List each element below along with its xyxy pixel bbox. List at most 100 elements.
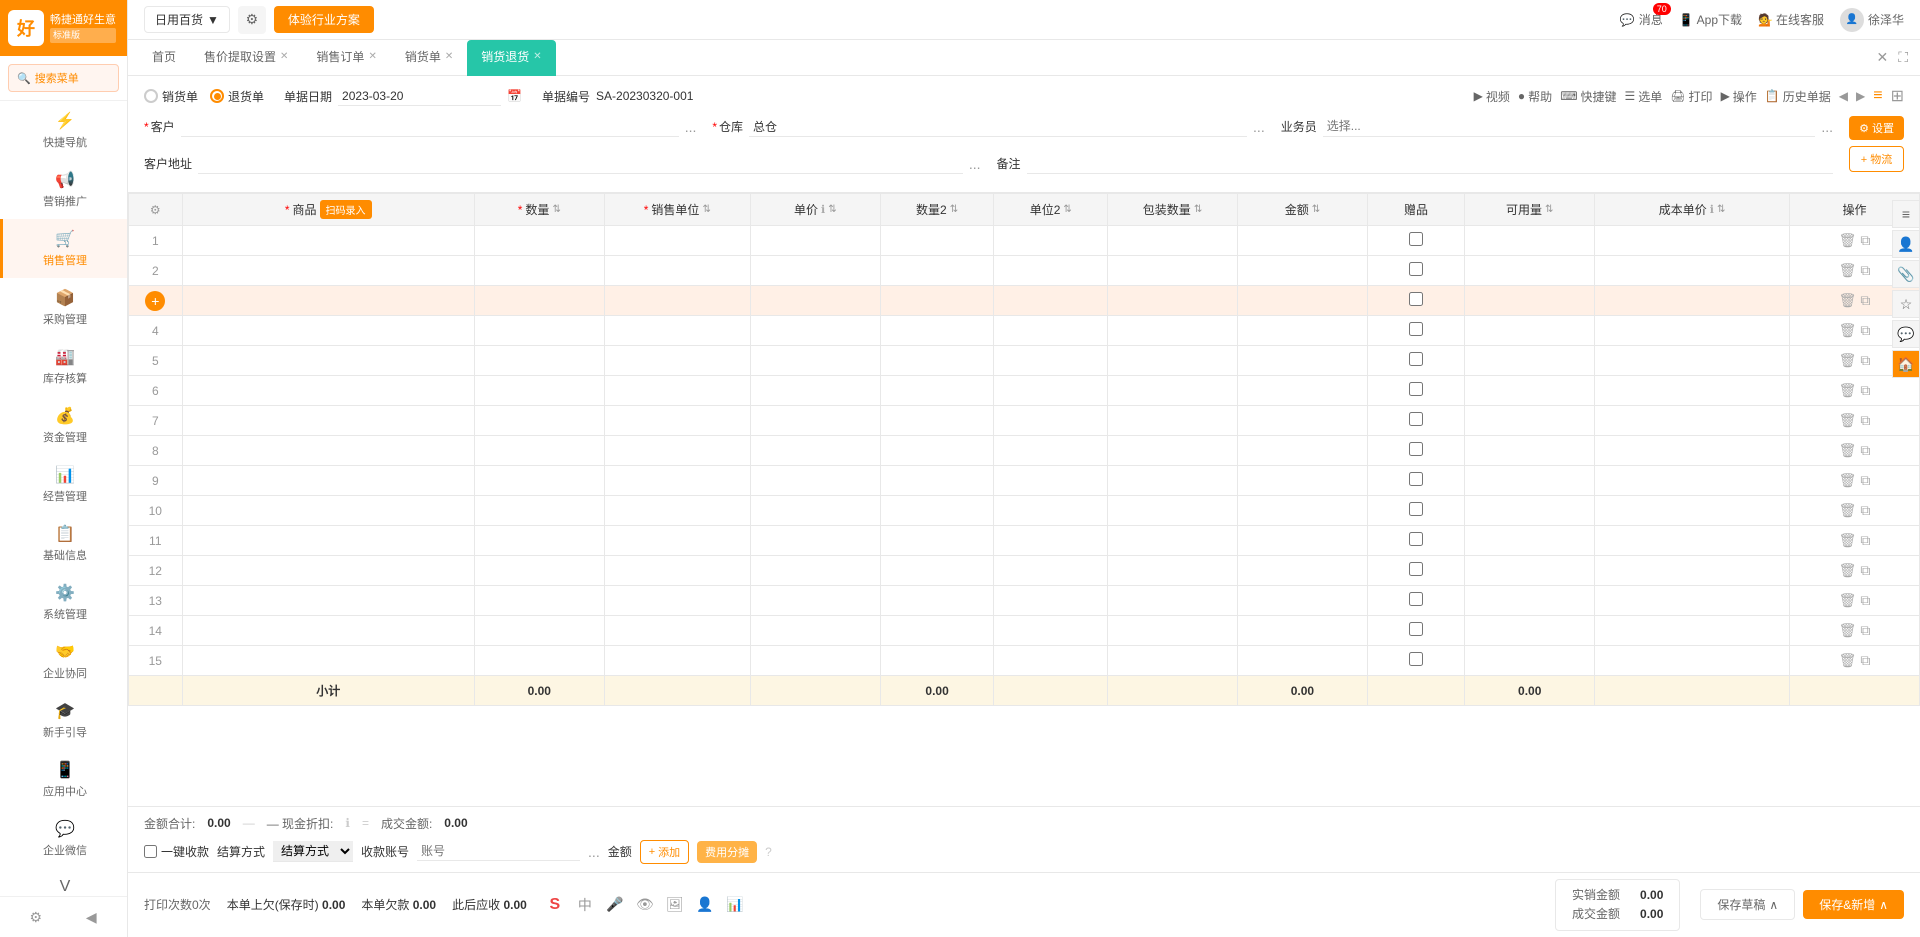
tab-home[interactable]: 首页 [138,40,190,76]
sidebar-item-inventory[interactable]: 🏭 库存核算 [0,337,127,396]
customer-input[interactable] [181,116,679,137]
one-click-pay-check[interactable] [144,845,157,858]
addr-select-btn[interactable]: ... [969,156,981,172]
gift-checkbox-7[interactable] [1409,412,1423,426]
copy-icon-12[interactable]: ⧉ [1860,562,1870,578]
footer-icon-img[interactable]: 🖼 [663,893,687,917]
right-panel-btn-4[interactable]: ☆ [1892,290,1920,318]
cash-discount-info-icon[interactable]: ℹ [345,816,350,830]
table-settings-icon[interactable]: ⚙ [150,203,161,217]
footer-icon-zhong[interactable]: 中 [573,893,597,917]
delete-icon-6[interactable]: 🗑 [1839,382,1857,398]
col-sales-unit-sort[interactable]: ⇅ [702,204,710,215]
sidebar-item-marketing[interactable]: 📢 营销推广 [0,160,127,219]
sidebar-settings-btn[interactable]: ⚙ [24,905,48,929]
search-menu-button[interactable]: 🔍 搜索菜单 [8,64,119,92]
add-payment-btn[interactable]: + 添加 [640,840,689,864]
col-amount-sort[interactable]: ⇅ [1312,204,1320,215]
copy-icon-10[interactable]: ⧉ [1860,502,1870,518]
save-new-button[interactable]: 保存&新增 ∧ [1803,890,1904,919]
right-panel-btn-1[interactable]: ≡ [1892,200,1920,228]
delete-icon-7[interactable]: 🗑 [1839,412,1857,428]
tab-sales-order-close[interactable]: ✕ [368,51,376,62]
delete-icon-2[interactable]: 🗑 [1839,262,1857,278]
user-info[interactable]: 👤 徐泽华 [1840,8,1904,32]
salesperson-select-btn[interactable]: ... [1821,119,1833,135]
operate-action[interactable]: ▶ 操作 [1721,88,1757,105]
sidebar-item-guide[interactable]: 🎓 新手引导 [0,691,127,750]
delete-icon-15[interactable]: 🗑 [1839,652,1857,668]
sidebar-item-finance[interactable]: 💰 资金管理 [0,396,127,455]
delete-icon-5[interactable]: 🗑 [1839,352,1857,368]
delete-icon-12[interactable]: 🗑 [1839,562,1857,578]
warehouse-select-btn[interactable]: ... [1253,119,1265,135]
gift-checkbox-13[interactable] [1409,592,1423,606]
delete-icon-11[interactable]: 🗑 [1839,532,1857,548]
footer-icon-person[interactable]: 👤 [693,893,717,917]
view-grid-btn[interactable]: ⊞ [1891,86,1904,106]
daily-category-select[interactable]: 日用百货 ▼ [144,6,230,33]
one-click-pay-checkbox[interactable]: 一键收款 [144,843,209,860]
sidebar-item-quick-nav[interactable]: ⚡ 快捷导航 [0,101,127,160]
history-next-btn[interactable]: ▶ [1856,89,1865,103]
history-prev-btn[interactable]: ◀ [1839,89,1848,103]
col-qty2-sort[interactable]: ⇅ [950,204,958,215]
footer-icon-chart[interactable]: 📊 [723,893,747,917]
help-action[interactable]: ● 帮助 [1518,88,1552,105]
tab-price-settings-close[interactable]: ✕ [280,51,288,62]
gift-checkbox-6[interactable] [1409,382,1423,396]
gift-checkbox-5[interactable] [1409,352,1423,366]
gift-checkbox-10[interactable] [1409,502,1423,516]
delete-icon-3[interactable]: 🗑 [1839,292,1857,308]
gift-checkbox-9[interactable] [1409,472,1423,486]
tab-sales-delivery-close[interactable]: ✕ [445,51,453,62]
sidebar-item-wechat[interactable]: 💬 企业微信 [0,809,127,868]
fee-split-btn[interactable]: 费用分摊 [697,841,757,863]
experience-button[interactable]: 体验行业方案 [274,6,374,33]
right-panel-btn-3[interactable]: 📎 [1892,260,1920,288]
copy-icon-2[interactable]: ⧉ [1860,262,1870,278]
gift-checkbox-11[interactable] [1409,532,1423,546]
gift-checkbox-4[interactable] [1409,322,1423,336]
print-action[interactable]: 🖨 打印 [1670,88,1712,105]
sidebar-item-apps[interactable]: 📱 应用中心 [0,750,127,809]
tab-sales-delivery[interactable]: 销货单 ✕ [391,40,467,76]
settings-right-btn[interactable]: ⚙ 设置 [1849,116,1904,140]
sidebar-collapse-btn[interactable]: ◀ [79,905,103,929]
right-panel-btn-6[interactable]: 🏠 [1892,350,1920,378]
notification-button[interactable]: 💬 消息 70 [1620,11,1663,28]
footer-icon-s[interactable]: S [543,893,567,917]
sidebar-item-purchase[interactable]: 📦 采购管理 [0,278,127,337]
delete-icon-1[interactable]: 🗑 [1839,232,1857,248]
delete-icon-4[interactable]: 🗑 [1839,322,1857,338]
tab-close-all-btn[interactable]: ✕ [1874,47,1890,68]
online-service-link[interactable]: 💁 在线客服 [1758,11,1824,28]
tab-sales-return-close[interactable]: ✕ [533,51,541,62]
copy-icon-8[interactable]: ⧉ [1860,442,1870,458]
gift-checkbox-3[interactable] [1409,292,1423,306]
gift-checkbox-12[interactable] [1409,562,1423,576]
col-available-sort[interactable]: ⇅ [1545,204,1553,215]
footer-icon-mic[interactable]: 🎤 [603,893,627,917]
sidebar-item-system[interactable]: ⚙️ 系统管理 [0,573,127,632]
select-action[interactable]: ☰ 选单 [1625,88,1663,105]
customer-addr-input[interactable] [198,153,963,174]
account-select-dots[interactable]: ... [588,844,600,860]
shortcuts-action[interactable]: ⌨ 快捷键 [1560,88,1616,105]
tab-price-settings[interactable]: 售价提取设置 ✕ [190,40,302,76]
col-pkg-sort[interactable]: ⇅ [1194,204,1202,215]
copy-icon-13[interactable]: ⧉ [1860,592,1870,608]
col-unit-price-info[interactable]: ℹ [821,203,825,216]
sidebar-item-member[interactable]: V 畅会员 [0,868,127,896]
copy-icon-11[interactable]: ⧉ [1860,532,1870,548]
copy-icon-7[interactable]: ⧉ [1860,412,1870,428]
sidebar-item-operations[interactable]: 📊 经营管理 [0,455,127,514]
logistics-btn[interactable]: + 物流 [1849,146,1904,172]
fee-info-icon[interactable]: ? [765,845,772,859]
footer-icon-eye[interactable]: 👁 [633,893,657,917]
col-qty-sort[interactable]: ⇅ [552,204,560,215]
right-panel-btn-5[interactable]: 💬 [1892,320,1920,348]
delete-icon-13[interactable]: 🗑 [1839,592,1857,608]
copy-icon-1[interactable]: ⧉ [1860,232,1870,248]
remark-input[interactable] [1027,153,1834,174]
